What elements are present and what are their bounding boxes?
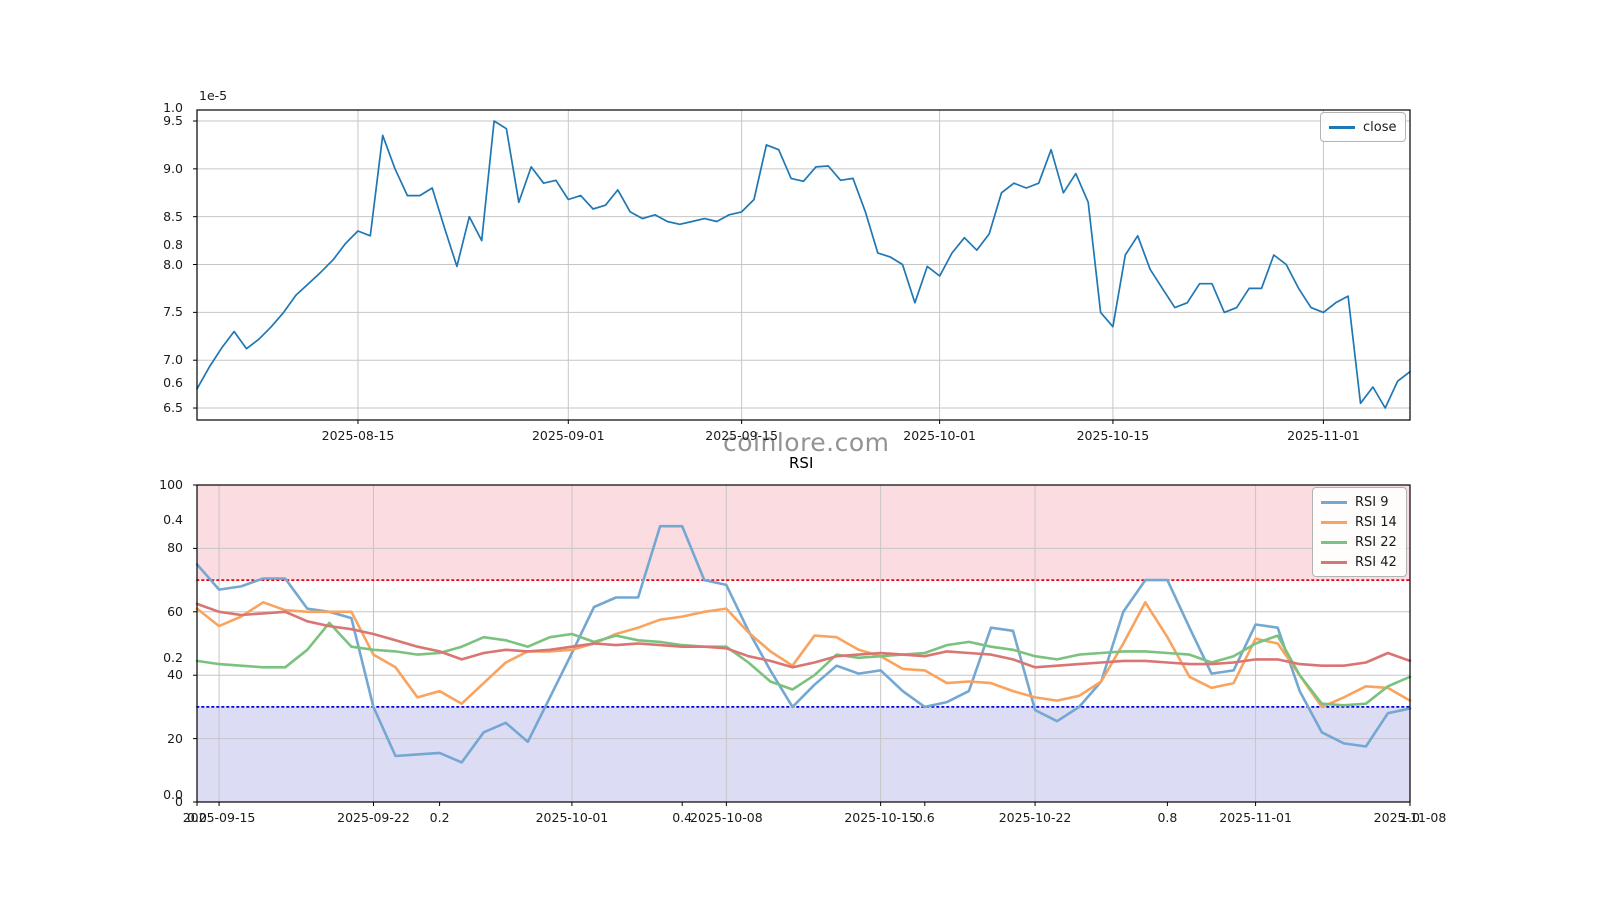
y-tick-label: 60 [167, 603, 183, 619]
hidden-y-tick-label: 0.8 [163, 237, 183, 253]
legend-label: RSI 22 [1355, 534, 1397, 550]
y-tick-label: 20 [167, 730, 183, 746]
rsi-panel-title: RSI [789, 454, 814, 472]
hidden-y-tick-label: 0.6 [163, 374, 183, 390]
legend-entry: RSI 42 [1321, 552, 1397, 572]
legend-label: RSI 9 [1355, 494, 1389, 510]
y-tick-label: 7.5 [163, 304, 183, 320]
figure: 1e-5 coinlore.com RSI close RSI 9 RSI 14 R… [0, 0, 1600, 900]
legend-entry: close [1329, 117, 1396, 137]
x-tick-label: 2025-09-01 [531, 428, 605, 443]
y-tick-label: 9.0 [163, 160, 183, 176]
legend-line-swatch [1321, 520, 1347, 524]
legend-label: RSI 14 [1355, 514, 1397, 530]
legend-label: RSI 42 [1355, 554, 1397, 570]
y-axis-offset-label: 1e-5 [199, 88, 228, 103]
hidden-y-tick-label: 0.0 [163, 787, 183, 802]
hidden-x-tick-label: 0.6 [914, 810, 935, 825]
y-tick-label: 7.0 [163, 352, 183, 368]
hidden-x-tick-label: 0.8 [1157, 810, 1178, 825]
x-tick-label: 2025-08-15 [321, 428, 395, 443]
x-tick-label: 2025-10-01 [903, 428, 976, 443]
legend-line-swatch [1321, 500, 1347, 504]
y-tick-label: 80 [167, 540, 183, 556]
hidden-x-tick-label: 0.4 [672, 810, 693, 825]
y-tick-label: 6.5 [163, 400, 183, 416]
hidden-x-tick-label: 0.0 [187, 810, 207, 825]
price-legend: close [1320, 112, 1407, 142]
legend-entry: RSI 22 [1321, 532, 1397, 552]
legend-line-swatch [1321, 540, 1347, 544]
x-tick-label: 2025-09-15 [705, 428, 778, 443]
rsi-legend: RSI 9 RSI 14 RSI 22 RSI 42 [1312, 487, 1407, 577]
series-rsi-14 [195, 601, 1412, 709]
legend-entry: RSI 9 [1321, 492, 1397, 512]
hidden-x-tick-label: 1.0 [1400, 810, 1420, 825]
y-tick-label: 100 [159, 477, 183, 492]
legend-label: close [1363, 119, 1397, 135]
hidden-y-tick-label: 0.4 [163, 512, 183, 528]
x-tick-label: 2025-10-15 [1076, 428, 1150, 443]
rsi-chart-plot-area [193, 484, 1412, 806]
hidden-y-tick-label: 1.0 [163, 100, 183, 115]
y-tick-label: 8.0 [163, 256, 183, 272]
y-tick-label: 8.5 [163, 208, 183, 224]
legend-entry: RSI 14 [1321, 512, 1397, 532]
price-chart-plot-area [193, 109, 1411, 424]
legend-line-swatch [1329, 125, 1355, 129]
legend-line-swatch [1321, 560, 1347, 564]
y-tick-label: 40 [167, 667, 183, 683]
hidden-y-tick-label: 0.2 [163, 649, 183, 665]
x-tick-label: 2025-11-01 [1287, 428, 1360, 443]
hidden-x-tick-label: 0.2 [429, 810, 450, 825]
